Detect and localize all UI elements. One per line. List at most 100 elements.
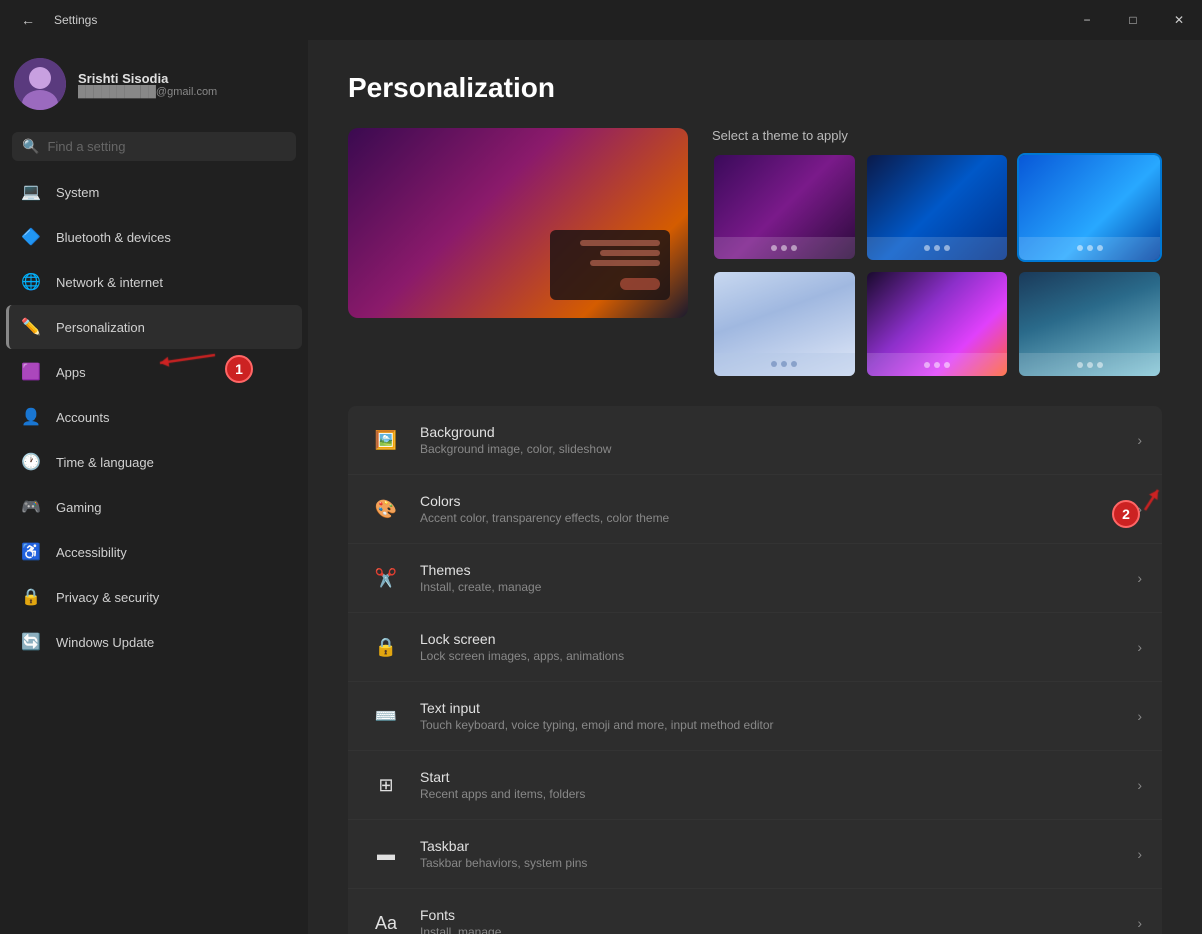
settings-list: 🖼️ Background Background image, color, s… — [348, 406, 1162, 934]
settings-item-textinput[interactable]: ⌨️ Text input Touch keyboard, voice typi… — [348, 682, 1162, 751]
taskbar-dot — [944, 245, 950, 251]
theme-thumb-4[interactable] — [712, 270, 857, 378]
fonts-arrow: › — [1137, 915, 1142, 931]
sidebar-item-update[interactable]: 🔄 Windows Update — [6, 620, 302, 664]
back-button[interactable]: ← — [12, 0, 44, 40]
taskbar-dot — [934, 245, 940, 251]
theme-5-inner — [867, 272, 1008, 377]
sidebar-item-time[interactable]: 🕐 Time & language — [6, 440, 302, 484]
app-body: Srishti Sisodia ██████████@gmail.com 🔍 💻… — [0, 40, 1202, 934]
privacy-icon: 🔒 — [20, 586, 42, 608]
preview-taskbar-pill — [620, 278, 660, 290]
start-text: Start Recent apps and items, folders — [420, 769, 1137, 801]
sidebar-label-personalization: Personalization — [56, 320, 145, 335]
sidebar-label-accessibility: Accessibility — [56, 545, 127, 560]
sidebar-item-privacy[interactable]: 🔒 Privacy & security — [6, 575, 302, 619]
sidebar-item-accessibility[interactable]: ♿ Accessibility — [6, 530, 302, 574]
theme-thumb-3[interactable] — [1017, 153, 1162, 262]
start-arrow: › — [1137, 777, 1142, 793]
sidebar-label-time: Time & language — [56, 455, 154, 470]
theme-6-taskbar — [1019, 353, 1160, 376]
accounts-icon: 👤 — [20, 406, 42, 428]
themes-icon: ✂️ — [368, 560, 404, 596]
fonts-text: Fonts Install, manage — [420, 907, 1137, 934]
user-profile[interactable]: Srishti Sisodia ██████████@gmail.com — [0, 40, 308, 128]
preview-line-3 — [590, 260, 660, 266]
settings-item-lockscreen[interactable]: 🔒 Lock screen Lock screen images, apps, … — [348, 613, 1162, 682]
textinput-text: Text input Touch keyboard, voice typing,… — [420, 700, 1137, 732]
maximize-button[interactable]: □ — [1110, 0, 1156, 40]
textinput-arrow: › — [1137, 708, 1142, 724]
sidebar-item-apps[interactable]: 🟪 Apps — [6, 350, 302, 394]
themes-arrow: › — [1137, 570, 1142, 586]
personalization-icon: ✏️ — [20, 316, 42, 338]
taskbar-dot — [1087, 245, 1093, 251]
sidebar-item-bluetooth[interactable]: 🔷 Bluetooth & devices — [6, 215, 302, 259]
background-icon: 🖼️ — [368, 422, 404, 458]
minimize-button[interactable]: − — [1064, 0, 1110, 40]
user-info: Srishti Sisodia ██████████@gmail.com — [78, 71, 217, 98]
taskbar-dot — [1097, 245, 1103, 251]
settings-item-background[interactable]: 🖼️ Background Background image, color, s… — [348, 406, 1162, 475]
accessibility-icon: ♿ — [20, 541, 42, 563]
theme-select-label: Select a theme to apply — [712, 128, 1162, 143]
taskbar-dot — [771, 361, 777, 367]
settings-item-start[interactable]: ⊞ Start Recent apps and items, folders › — [348, 751, 1162, 820]
user-email: ██████████@gmail.com — [78, 86, 217, 98]
theme-thumb-2[interactable] — [865, 153, 1010, 262]
sidebar-item-system[interactable]: 💻 System — [6, 170, 302, 214]
lockscreen-arrow: › — [1137, 639, 1142, 655]
textinput-icon: ⌨️ — [368, 698, 404, 734]
time-icon: 🕐 — [20, 451, 42, 473]
taskbar-dot — [944, 362, 950, 368]
settings-item-colors[interactable]: 🎨 Colors Accent color, transparency effe… — [348, 475, 1162, 544]
search-input[interactable] — [47, 139, 286, 154]
start-desc: Recent apps and items, folders — [420, 787, 1137, 801]
system-icon: 💻 — [20, 181, 42, 203]
lockscreen-icon: 🔒 — [368, 629, 404, 665]
colors-icon: 🎨 — [368, 491, 404, 527]
taskbar-title: Taskbar — [420, 838, 1137, 854]
colors-text: Colors Accent color, transparency effect… — [420, 493, 1137, 525]
taskbar-dot — [934, 362, 940, 368]
taskbar-arrow: › — [1137, 846, 1142, 862]
theme-4-inner — [714, 272, 855, 376]
sidebar-item-network[interactable]: 🌐 Network & internet — [6, 260, 302, 304]
preview-line-2 — [600, 250, 660, 256]
settings-item-taskbar[interactable]: ▬ Taskbar Taskbar behaviors, system pins… — [348, 820, 1162, 889]
sidebar-item-gaming[interactable]: 🎮 Gaming — [6, 485, 302, 529]
colors-title: Colors — [420, 493, 1137, 509]
search-icon: 🔍 — [22, 138, 39, 155]
theme-1-taskbar — [714, 237, 855, 260]
network-icon: 🌐 — [20, 271, 42, 293]
theme-thumb-5[interactable] — [865, 270, 1010, 379]
background-text: Background Background image, color, slid… — [420, 424, 1137, 456]
settings-item-fonts[interactable]: Aa Fonts Install, manage › — [348, 889, 1162, 934]
background-title: Background — [420, 424, 1137, 440]
content-area: Personalization Select a theme to apply — [308, 40, 1202, 934]
sidebar-item-accounts[interactable]: 👤 Accounts — [6, 395, 302, 439]
titlebar-title: Settings — [54, 13, 97, 27]
themes-text: Themes Install, create, manage — [420, 562, 1137, 594]
page-title: Personalization — [348, 72, 1162, 104]
sidebar-label-accounts: Accounts — [56, 410, 109, 425]
settings-item-themes[interactable]: ✂️ Themes Install, create, manage › — [348, 544, 1162, 613]
update-icon: 🔄 — [20, 631, 42, 653]
taskbar-icon: ▬ — [368, 836, 404, 872]
theme-3-taskbar — [1019, 237, 1160, 260]
theme-thumb-6[interactable] — [1017, 270, 1162, 379]
close-button[interactable]: ✕ — [1156, 0, 1202, 40]
preview-lines — [580, 240, 660, 266]
taskbar-dot — [791, 361, 797, 367]
textinput-desc: Touch keyboard, voice typing, emoji and … — [420, 718, 1137, 732]
taskbar-dot — [791, 245, 797, 251]
theme-6-inner — [1019, 272, 1160, 377]
theme-thumb-1[interactable] — [712, 153, 857, 261]
taskbar-dot — [924, 245, 930, 251]
apps-icon: 🟪 — [20, 361, 42, 383]
start-title: Start — [420, 769, 1137, 785]
sidebar-item-personalization[interactable]: ✏️ Personalization — [6, 305, 302, 349]
theme-1-inner — [714, 155, 855, 259]
sidebar-label-system: System — [56, 185, 99, 200]
gaming-icon: 🎮 — [20, 496, 42, 518]
